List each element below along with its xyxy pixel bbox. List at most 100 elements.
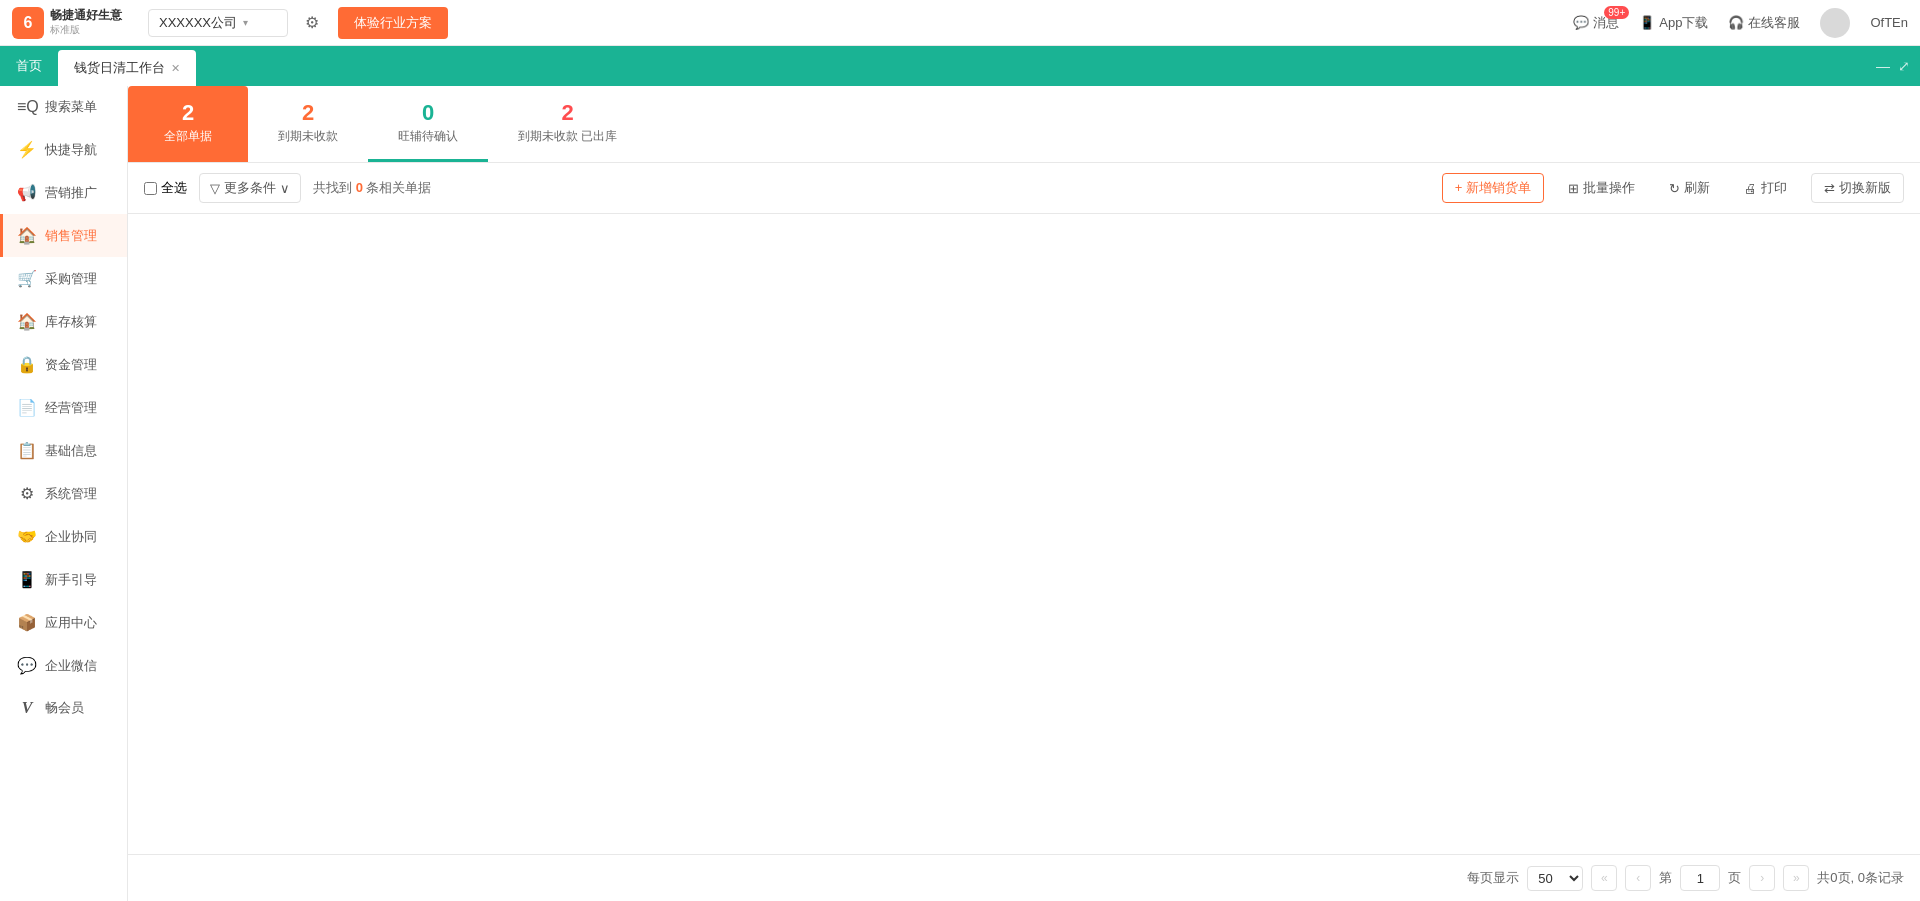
online-service-label: 在线客服 [1748,14,1800,32]
sidebar-item-corp-coop[interactable]: 🤝 企业协同 [0,515,127,558]
sidebar-item-corp-wechat-label: 企业微信 [45,657,97,675]
sidebar-item-app-center-label: 应用中心 [45,614,97,632]
page-label2: 页 [1728,869,1741,887]
quick-nav-icon: ⚡ [17,140,37,159]
batch-op-icon: ⊞ [1568,181,1579,196]
sidebar-item-vip[interactable]: V 畅会员 [0,687,127,729]
tab-close-icon[interactable]: ✕ [171,62,180,75]
service-icon: 🎧 [1728,15,1744,30]
sidebar-item-marketing-label: 营销推广 [45,184,97,202]
sidebar-item-search-menu[interactable]: ≡Q 搜索菜单 [0,86,127,128]
page-size-select[interactable]: 50 10 20 100 [1527,866,1583,891]
total-records: 共0页, 0条记录 [1817,869,1904,887]
username: OfTEn [1870,15,1908,30]
tab-minimize-button[interactable]: — [1876,58,1890,74]
corp-coop-icon: 🤝 [17,527,37,546]
top-header: 6 畅捷通好生意 标准版 XXXXXX公司 ▾ ⚙ 体验行业方案 💬 消息 99… [0,0,1920,46]
filter-label: 更多条件 [224,179,276,197]
last-page-button[interactable]: » [1783,865,1809,891]
sidebar-item-quick-nav-label: 快捷导航 [45,141,97,159]
tab-maximize-button[interactable]: ⤢ [1898,58,1910,74]
prev-page-button[interactable]: ‹ [1625,865,1651,891]
messages-button[interactable]: 💬 消息 99+ [1573,14,1619,32]
stats-tab-pending[interactable]: 0 旺辅待确认 [368,86,488,162]
message-icon: 💬 [1573,15,1589,30]
sidebar-item-marketing[interactable]: 📢 营销推广 [0,171,127,214]
new-sale-button[interactable]: + 新增销货单 [1442,173,1544,203]
vip-icon: V [17,699,37,717]
logo-area: 6 畅捷通好生意 标准版 [12,7,140,39]
stats-tab-pending-count: 0 [422,100,434,126]
logo-text: 畅捷通好生意 标准版 [50,8,122,36]
next-page-icon: › [1760,871,1764,885]
found-text: 共找到 0 条相关单据 [313,179,431,197]
sidebar-item-basic-info-label: 基础信息 [45,442,97,460]
app-download-button[interactable]: 📱 App下载 [1639,14,1708,32]
refresh-button[interactable]: ↻ 刷新 [1659,174,1720,202]
sidebar-item-sales[interactable]: 🏠 销售管理 [0,214,127,257]
messages-badge: 99+ [1604,6,1629,19]
page-label: 第 [1659,869,1672,887]
company-name: XXXXXX公司 [159,14,237,32]
page-number-input[interactable] [1680,865,1720,891]
guide-icon: 📱 [17,570,37,589]
company-selector[interactable]: XXXXXX公司 ▾ [148,9,288,37]
select-all-input[interactable] [144,182,157,195]
sidebar-item-inventory[interactable]: 🏠 库存核算 [0,300,127,343]
sidebar-item-system[interactable]: ⚙ 系统管理 [0,472,127,515]
search-menu-icon: ≡Q [17,98,37,116]
main-layout: ≡Q 搜索菜单 ⚡ 快捷导航 📢 营销推广 🏠 销售管理 🛒 采购管理 🏠 库存… [0,86,1920,901]
first-page-button[interactable]: « [1591,865,1617,891]
sidebar-item-guide[interactable]: 📱 新手引导 [0,558,127,601]
first-page-icon: « [1601,871,1608,885]
last-page-icon: » [1793,871,1800,885]
sidebar-item-sales-label: 销售管理 [45,227,97,245]
stats-tab-overdue[interactable]: 2 到期未收款 [248,86,368,162]
settings-button[interactable]: ⚙ [296,7,328,39]
sidebar-item-inventory-label: 库存核算 [45,313,97,331]
stats-tab-overdue-out[interactable]: 2 到期未收款 已出库 [488,86,647,162]
print-label: 打印 [1761,179,1787,197]
sidebar-item-app-center[interactable]: 📦 应用中心 [0,601,127,644]
sidebar-item-quick-nav[interactable]: ⚡ 快捷导航 [0,128,127,171]
sidebar-item-operation-label: 经营管理 [45,399,97,417]
sidebar-item-search-menu-label: 搜索菜单 [45,98,97,116]
stats-tab-overdue-out-label: 到期未收款 已出库 [518,128,617,145]
sidebar-item-purchase-label: 采购管理 [45,270,97,288]
filter-button[interactable]: ▽ 更多条件 ∨ [199,173,301,203]
avatar[interactable] [1820,8,1850,38]
logo-sub: 标准版 [50,23,122,37]
prev-page-icon: ‹ [1636,871,1640,885]
app-center-icon: 📦 [17,613,37,632]
sidebar-item-basic-info[interactable]: 📋 基础信息 [0,429,127,472]
sidebar-item-operation[interactable]: 📄 经营管理 [0,386,127,429]
sidebar: ≡Q 搜索菜单 ⚡ 快捷导航 📢 营销推广 🏠 销售管理 🛒 采购管理 🏠 库存… [0,86,128,901]
sidebar-item-purchase[interactable]: 🛒 采购管理 [0,257,127,300]
batch-op-button[interactable]: ⊞ 批量操作 [1558,174,1645,202]
next-page-button[interactable]: › [1749,865,1775,891]
toolbar-right: + 新增销货单 ⊞ 批量操作 ↻ 刷新 🖨 打印 ⇄ 切换新版 [1442,173,1904,203]
trial-button[interactable]: 体验行业方案 [338,7,448,39]
logo-title: 畅捷通好生意 [50,8,122,22]
header-right: 💬 消息 99+ 📱 App下载 🎧 在线客服 OfTEn [1573,8,1908,38]
select-all-checkbox[interactable]: 全选 [144,179,187,197]
stats-tab-all[interactable]: 2 全部单据 [128,86,248,162]
stats-tabs: 2 全部单据 2 到期未收款 0 旺辅待确认 2 到期未收款 已出库 [128,86,1920,163]
table-area [128,214,1920,854]
sidebar-item-corp-coop-label: 企业协同 [45,528,97,546]
stats-tab-overdue-count: 2 [302,100,314,126]
tab-home[interactable]: 首页 [0,46,58,86]
sidebar-item-corp-wechat[interactable]: 💬 企业微信 [0,644,127,687]
system-icon: ⚙ [17,484,37,503]
online-service-button[interactable]: 🎧 在线客服 [1728,14,1800,32]
sidebar-item-finance[interactable]: 🔒 资金管理 [0,343,127,386]
content-area: 2 全部单据 2 到期未收款 0 旺辅待确认 2 到期未收款 已出库 全选 [128,86,1920,901]
company-arrow-icon: ▾ [243,17,248,28]
tab-cashflow[interactable]: 钱货日清工作台 ✕ [58,50,196,86]
switch-new-button[interactable]: ⇄ 切换新版 [1811,173,1904,203]
purchase-icon: 🛒 [17,269,37,288]
sidebar-item-guide-label: 新手引导 [45,571,97,589]
inventory-icon: 🏠 [17,312,37,331]
select-all-label: 全选 [161,179,187,197]
print-button[interactable]: 🖨 打印 [1734,174,1797,202]
